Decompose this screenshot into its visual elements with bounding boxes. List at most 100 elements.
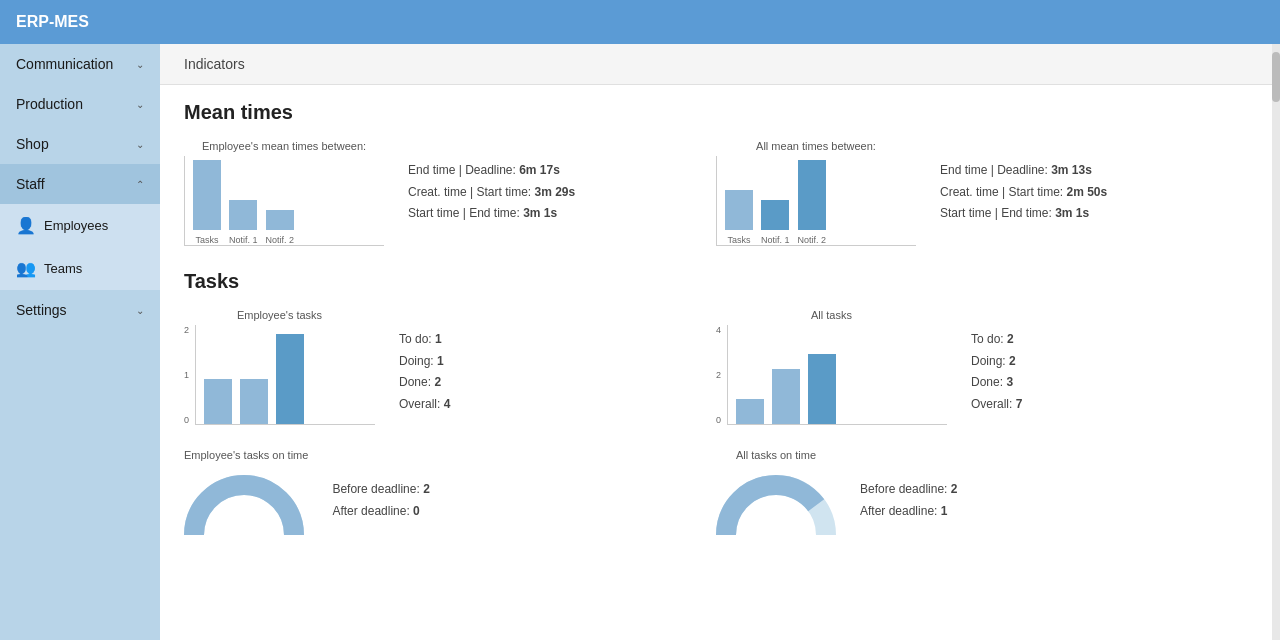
sidebar-item-staff[interactable]: Staff ⌃ — [0, 164, 160, 204]
all-ontime-stats: Before deadline: 2 After deadline: 1 — [860, 449, 957, 522]
stat-start-end: Start time | End time: 3m 1s — [408, 203, 575, 225]
all-mean-times-chart: All mean times between: Tasks Notif. 1 — [716, 140, 916, 246]
y-label-1: 1 — [184, 370, 189, 380]
stat-after-deadline: After deadline: 0 — [332, 501, 429, 523]
all-tasks-chart: All tasks 4 2 0 — [716, 309, 947, 425]
sidebar-item-production[interactable]: Production ⌄ — [0, 84, 160, 124]
all-stat-end-deadline: End time | Deadline: 3m 13s — [940, 160, 1107, 182]
all-y-label-0: 0 — [716, 415, 721, 425]
bar-group-tasks: Tasks — [193, 160, 221, 245]
employee-mean-times-chart: Employee's mean times between: Tasks Not… — [184, 140, 384, 246]
chevron-down-icon: ⌄ — [136, 305, 144, 316]
all-y-label-4: 4 — [716, 325, 721, 335]
chevron-up-icon: ⌃ — [136, 179, 144, 190]
chevron-down-icon: ⌄ — [136, 99, 144, 110]
tasks-bar-3 — [276, 334, 304, 424]
bar-notif1 — [229, 200, 257, 230]
bar-group-notif2: Notif. 2 — [266, 210, 295, 245]
all-tasks-bar-3 — [808, 354, 836, 424]
stat-end-deadline: End time | Deadline: 6m 17s — [408, 160, 575, 182]
scrollbar-thumb[interactable] — [1272, 52, 1280, 102]
all-stat-before-deadline: Before deadline: 2 — [860, 479, 957, 501]
all-bar-notif2 — [798, 160, 826, 230]
all-stat-creat-start: Creat. time | Start time: 2m 50s — [940, 182, 1107, 204]
all-tasks-bar-group-3 — [808, 354, 836, 424]
bar-group-notif1: Notif. 1 — [229, 200, 258, 245]
tasks-charts: Employee's tasks 2 1 0 — [184, 309, 1248, 425]
tasks-bar-group-1 — [204, 379, 232, 424]
employee-ontime-block: Employee's tasks on time Before deadline… — [184, 449, 716, 545]
stat-overall: Overall: 4 — [399, 394, 450, 416]
employee-tasks-bar-chart — [195, 325, 375, 425]
chevron-down-icon: ⌄ — [136, 139, 144, 150]
all-ontime-title: All tasks on time — [716, 449, 836, 461]
stat-doing: Doing: 1 — [399, 351, 450, 373]
employee-mean-times-title: Employee's mean times between: — [184, 140, 384, 152]
tasks-title: Tasks — [184, 270, 1248, 293]
all-ontime-block: All tasks on time Before deadline: 2 — [716, 449, 1248, 545]
tasks-bar-1 — [204, 379, 232, 424]
all-mean-times-block: All mean times between: Tasks Notif. 1 — [716, 140, 1248, 246]
all-tasks-block: All tasks 4 2 0 — [716, 309, 1248, 425]
employee-mean-bar-chart: Tasks Notif. 1 Notif. 2 — [184, 156, 384, 246]
sidebar-item-settings[interactable]: Settings ⌄ — [0, 290, 160, 330]
group-icon: 👥 — [16, 259, 36, 278]
employee-mean-times-block: Employee's mean times between: Tasks Not… — [184, 140, 716, 246]
all-stat-overall: Overall: 7 — [971, 394, 1022, 416]
all-bar-notif1 — [761, 200, 789, 230]
all-y-label-2: 2 — [716, 370, 721, 380]
all-tasks-bar-2 — [772, 369, 800, 424]
bar-label-notif1: Notif. 1 — [229, 235, 258, 245]
person-icon: 👤 — [16, 216, 36, 235]
all-bar-group-notif1: Notif. 1 — [761, 200, 790, 245]
all-stat-start-end: Start time | End time: 3m 1s — [940, 203, 1107, 225]
employee-ontime-chart-container: Employee's tasks on time — [184, 449, 308, 545]
chevron-down-icon: ⌄ — [136, 59, 144, 70]
all-tasks-stats: To do: 2 Doing: 2 Done: 3 Overall: — [971, 309, 1022, 415]
sidebar-item-shop[interactable]: Shop ⌄ — [0, 124, 160, 164]
all-tasks-bar-group-2 — [772, 369, 800, 424]
all-tasks-bar-group-1 — [736, 399, 764, 424]
bar-tasks — [193, 160, 221, 230]
all-bar-label-notif1: Notif. 1 — [761, 235, 790, 245]
tasks-ontime-charts: Employee's tasks on time Before deadline… — [184, 449, 1248, 545]
all-stat-after-deadline: After deadline: 1 — [860, 501, 957, 523]
main-content: Indicators Mean times Employee's mean ti… — [160, 44, 1272, 640]
bar-label-tasks: Tasks — [195, 235, 218, 245]
all-mean-times-title: All mean times between: — [716, 140, 916, 152]
employee-tasks-block: Employee's tasks 2 1 0 — [184, 309, 716, 425]
bar-label-notif2: Notif. 2 — [266, 235, 295, 245]
employee-mean-stats: End time | Deadline: 6m 17s Creat. time … — [408, 140, 575, 225]
all-stat-done: Done: 3 — [971, 372, 1022, 394]
employee-donut-svg — [184, 465, 304, 545]
sidebar-item-teams[interactable]: 👥 Teams — [0, 247, 160, 290]
all-donut — [716, 465, 836, 545]
all-bar-tasks — [725, 190, 753, 230]
employee-tasks-chart: Employee's tasks 2 1 0 — [184, 309, 375, 425]
mean-times-charts: Employee's mean times between: Tasks Not… — [184, 140, 1248, 246]
all-ontime-chart-container: All tasks on time — [716, 449, 836, 545]
app-title: ERP-MES — [16, 13, 89, 31]
all-donut-svg — [716, 465, 836, 545]
tasks-bar-group-3 — [276, 334, 304, 424]
employee-tasks-title: Employee's tasks — [184, 309, 375, 321]
sidebar-item-employees[interactable]: 👤 Employees — [0, 204, 160, 247]
stat-todo: To do: 1 — [399, 329, 450, 351]
sidebar-item-communication[interactable]: Communication ⌄ — [0, 44, 160, 84]
all-tasks-bar-1 — [736, 399, 764, 424]
all-mean-bar-chart: Tasks Notif. 1 Notif. 2 — [716, 156, 916, 246]
stat-before-deadline: Before deadline: 2 — [332, 479, 429, 501]
tasks-bar-2 — [240, 379, 268, 424]
breadcrumb: Indicators — [160, 44, 1272, 85]
employee-ontime-title: Employee's tasks on time — [184, 449, 308, 461]
all-bar-group-tasks: Tasks — [725, 190, 753, 245]
bar-notif2 — [266, 210, 294, 230]
employee-donut — [184, 465, 304, 545]
y-label-0: 0 — [184, 415, 189, 425]
y-label-2: 2 — [184, 325, 189, 335]
all-stat-todo: To do: 2 — [971, 329, 1022, 351]
all-stat-doing: Doing: 2 — [971, 351, 1022, 373]
sidebar: Communication ⌄ Production ⌄ Shop ⌄ Staf… — [0, 44, 160, 640]
tasks-bar-group-2 — [240, 379, 268, 424]
scrollbar[interactable] — [1272, 44, 1280, 640]
